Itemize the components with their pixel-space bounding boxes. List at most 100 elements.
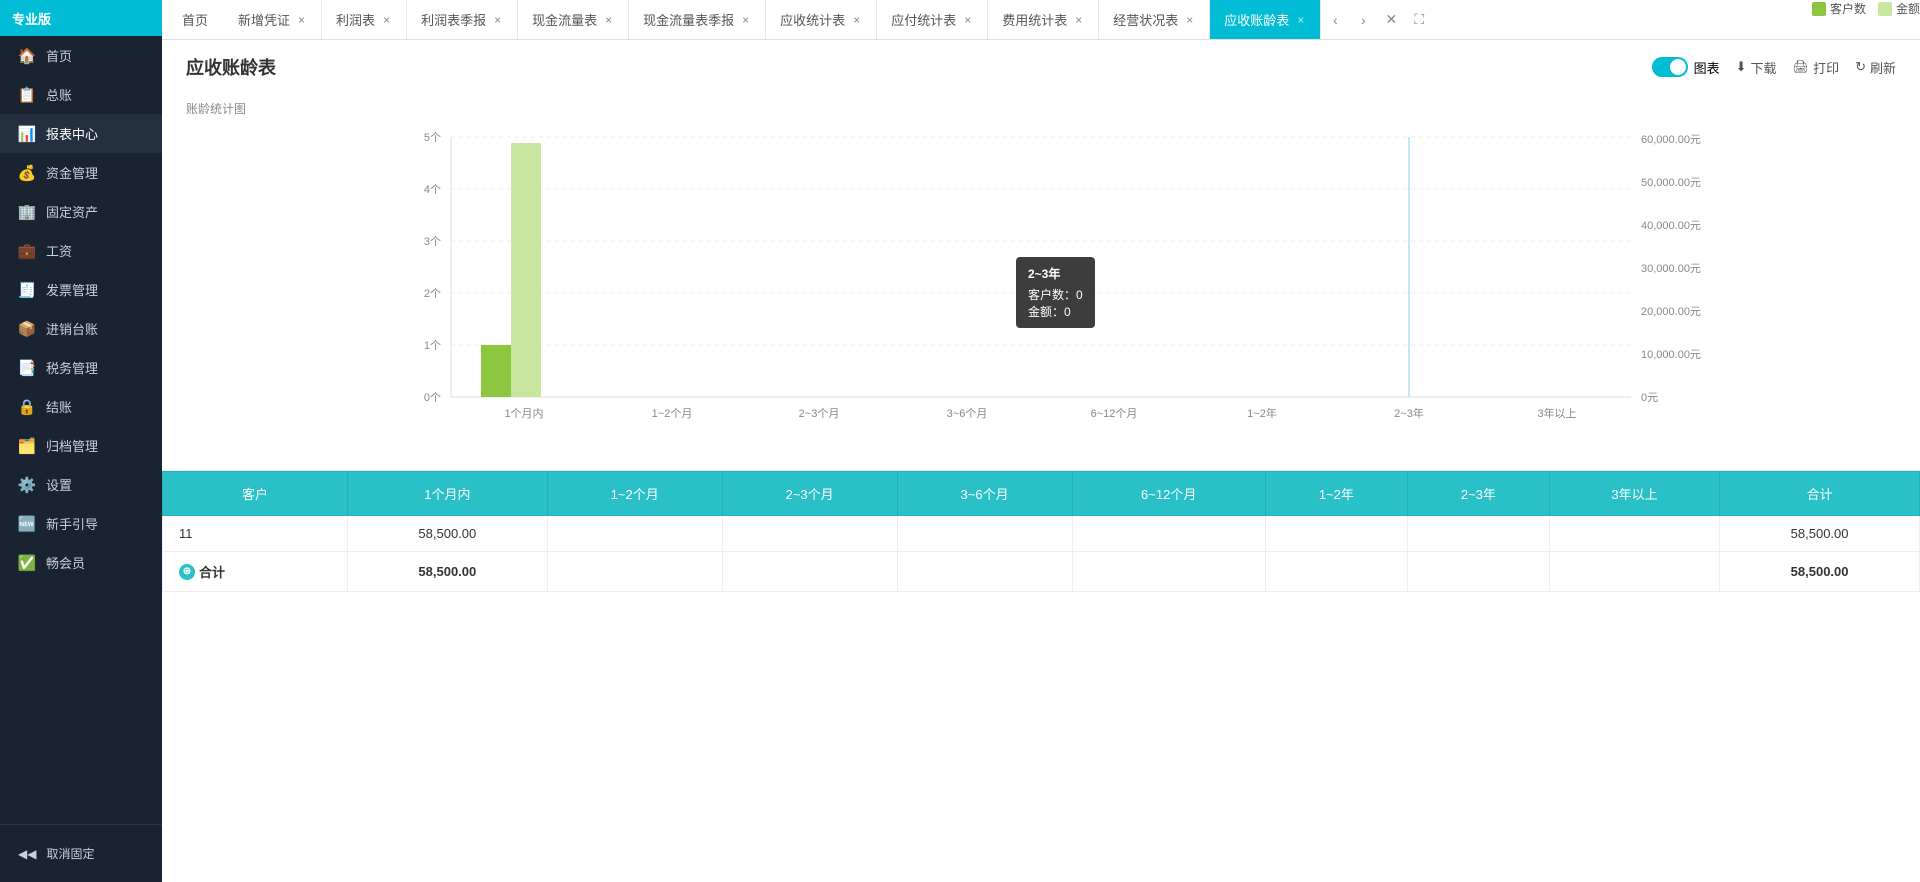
home-icon: 🏠: [18, 47, 36, 65]
close-icon[interactable]: ×: [962, 13, 973, 27]
svg-text:3年以上: 3年以上: [1537, 406, 1576, 420]
tab-cashflow[interactable]: 现金流量表 ×: [518, 0, 629, 40]
tab-biz[interactable]: 经营状况表 ×: [1099, 0, 1210, 40]
tab-expense[interactable]: 费用统计表 ×: [988, 0, 1099, 40]
total-label-cell: ⊕ 合计: [163, 552, 348, 592]
total-m612: [1072, 552, 1265, 592]
toggle-label: 图表: [1694, 58, 1720, 77]
close-icon[interactable]: ×: [296, 13, 307, 27]
close-icon[interactable]: ×: [1073, 13, 1084, 27]
archive-icon: 🗂️: [18, 437, 36, 455]
sidebar-item-salary[interactable]: 💼 工资: [0, 231, 162, 270]
close-icon[interactable]: ×: [851, 13, 862, 27]
tab-home[interactable]: 首页: [166, 0, 224, 40]
tab-cashflow-q[interactable]: 现金流量表季报 ×: [629, 0, 766, 40]
refresh-button[interactable]: ↻ 刷新: [1855, 58, 1896, 77]
sidebar-bottom: ◀◀ 取消固定: [0, 824, 162, 882]
chart-svg: 0个 1个 2个 3个 4个 5个 0元 10,000.00元 20,000.0…: [186, 127, 1896, 447]
sidebar-item-archive[interactable]: 🗂️ 归档管理: [0, 426, 162, 465]
sidebar-item-sales[interactable]: 📦 进销台账: [0, 309, 162, 348]
cell-y23: [1407, 516, 1549, 552]
sidebar-item-closing[interactable]: 🔒 结账: [0, 387, 162, 426]
svg-text:50,000.00元: 50,000.00元: [1641, 177, 1701, 189]
close-icon[interactable]: ×: [603, 13, 614, 27]
sidebar-item-label: 进销台账: [46, 319, 98, 338]
tab-bar: 首页 新增凭证 × 利润表 × 利润表季报 × 现金流量表 × 现金流量表季报 …: [162, 0, 1920, 40]
sidebar-item-tax[interactable]: 📑 税务管理: [0, 348, 162, 387]
sidebar-item-home[interactable]: 🏠 首页: [0, 36, 162, 75]
tab-next-button[interactable]: ›: [1349, 0, 1377, 40]
reports-icon: 📊: [18, 125, 36, 143]
total-m23: [722, 552, 897, 592]
total-y12: [1265, 552, 1407, 592]
sidebar-item-label: 报表中心: [46, 124, 98, 143]
svg-text:20,000.00元: 20,000.00元: [1641, 306, 1701, 318]
sidebar-item-invoice[interactable]: 🧾 发票管理: [0, 270, 162, 309]
tab-close-all-button[interactable]: ✕: [1377, 0, 1405, 40]
chart-svg-wrapper: 0个 1个 2个 3个 4个 5个 0元 10,000.00元 20,000.0…: [186, 127, 1896, 450]
download-button[interactable]: ⬇ 下载: [1736, 58, 1777, 77]
svg-text:0个: 0个: [424, 391, 441, 404]
svg-text:5个: 5个: [424, 131, 441, 144]
svg-text:60,000.00元: 60,000.00元: [1641, 134, 1701, 146]
member-icon: ✅: [18, 554, 36, 572]
sidebar-item-member[interactable]: ✅ 畅会员: [0, 543, 162, 582]
toggle-control[interactable]: [1652, 57, 1688, 77]
close-icon[interactable]: ×: [740, 13, 751, 27]
tab-profit[interactable]: 利润表 ×: [322, 0, 407, 40]
chart-section: 账龄统计图 客户数 金额: [162, 90, 1920, 471]
close-icon[interactable]: ×: [1295, 13, 1306, 27]
tab-ar-stat[interactable]: 应收统计表 ×: [766, 0, 877, 40]
bar-amount-0: [511, 143, 541, 397]
salary-icon: 💼: [18, 242, 36, 260]
col-y23: 2~3年: [1407, 472, 1549, 516]
svg-text:1~2个月: 1~2个月: [652, 407, 693, 420]
total-m12: [547, 552, 722, 592]
total-row: ⊕ 合计 58,500.00 58,500.00: [163, 552, 1920, 592]
sidebar-item-label: 发票管理: [46, 280, 98, 299]
sidebar-item-label: 总账: [46, 85, 72, 104]
page-header: 应收账龄表 图表 ⬇ 下载 🖨 打印 ↻ 刷新: [162, 40, 1920, 90]
closing-icon: 🔒: [18, 398, 36, 416]
unpin-button[interactable]: ◀◀ 取消固定: [0, 835, 162, 872]
sidebar-item-assets[interactable]: 🏢 固定资产: [0, 192, 162, 231]
cell-m612: [1072, 516, 1265, 552]
cell-y12: [1265, 516, 1407, 552]
close-icon[interactable]: ×: [492, 13, 503, 27]
sidebar-item-ledger[interactable]: 📋 总账: [0, 75, 162, 114]
tab-voucher[interactable]: 新增凭证 ×: [224, 0, 322, 40]
sidebar-item-label: 结账: [46, 397, 72, 416]
close-icon[interactable]: ×: [381, 13, 392, 27]
tab-expand-button[interactable]: ⛶: [1405, 0, 1433, 40]
svg-text:1个: 1个: [424, 339, 441, 352]
tab-profit-q[interactable]: 利润表季报 ×: [407, 0, 518, 40]
print-button[interactable]: 🖨 打印: [1793, 58, 1840, 77]
sidebar-item-reports[interactable]: 📊 报表中心: [0, 114, 162, 153]
total-m36: [897, 552, 1072, 592]
chart-toggle[interactable]: 图表: [1652, 57, 1720, 77]
close-icon[interactable]: ×: [1184, 13, 1195, 27]
col-m1: 1个月内: [347, 472, 547, 516]
svg-text:2~3个月: 2~3个月: [799, 407, 840, 420]
svg-text:4个: 4个: [424, 183, 441, 196]
sidebar-item-settings[interactable]: ⚙️ 设置: [0, 465, 162, 504]
ledger-icon: 📋: [18, 86, 36, 104]
cell-m12: [547, 516, 722, 552]
tab-ap-stat[interactable]: 应付统计表 ×: [877, 0, 988, 40]
tab-prev-button[interactable]: ‹: [1321, 0, 1349, 40]
table-header-row: 客户 1个月内 1~2个月 2~3个月 3~6个月 6~12个月 1~2年 2~…: [163, 472, 1920, 516]
sidebar-item-funds[interactable]: 💰 资金管理: [0, 153, 162, 192]
tab-ar-aging[interactable]: 应收账龄表 ×: [1210, 0, 1321, 40]
cell-customer: 11: [163, 516, 348, 552]
sidebar-item-label: 税务管理: [46, 358, 98, 377]
svg-text:2~3年: 2~3年: [1394, 406, 1424, 420]
unpin-icon: ◀◀: [18, 847, 36, 861]
sidebar-item-label: 新手引导: [46, 514, 98, 533]
svg-text:2个: 2个: [424, 287, 441, 300]
col-m23: 2~3个月: [722, 472, 897, 516]
sidebar: 专业版 🏠 首页 📋 总账 📊 报表中心 💰 资金管理 🏢 固定资产 💼 工资 …: [0, 0, 162, 882]
sidebar-item-guide[interactable]: 🆕 新手引导: [0, 504, 162, 543]
bar-customer-0: [481, 345, 511, 397]
svg-text:10,000.00元: 10,000.00元: [1641, 349, 1701, 361]
svg-text:30,000.00元: 30,000.00元: [1641, 263, 1701, 275]
